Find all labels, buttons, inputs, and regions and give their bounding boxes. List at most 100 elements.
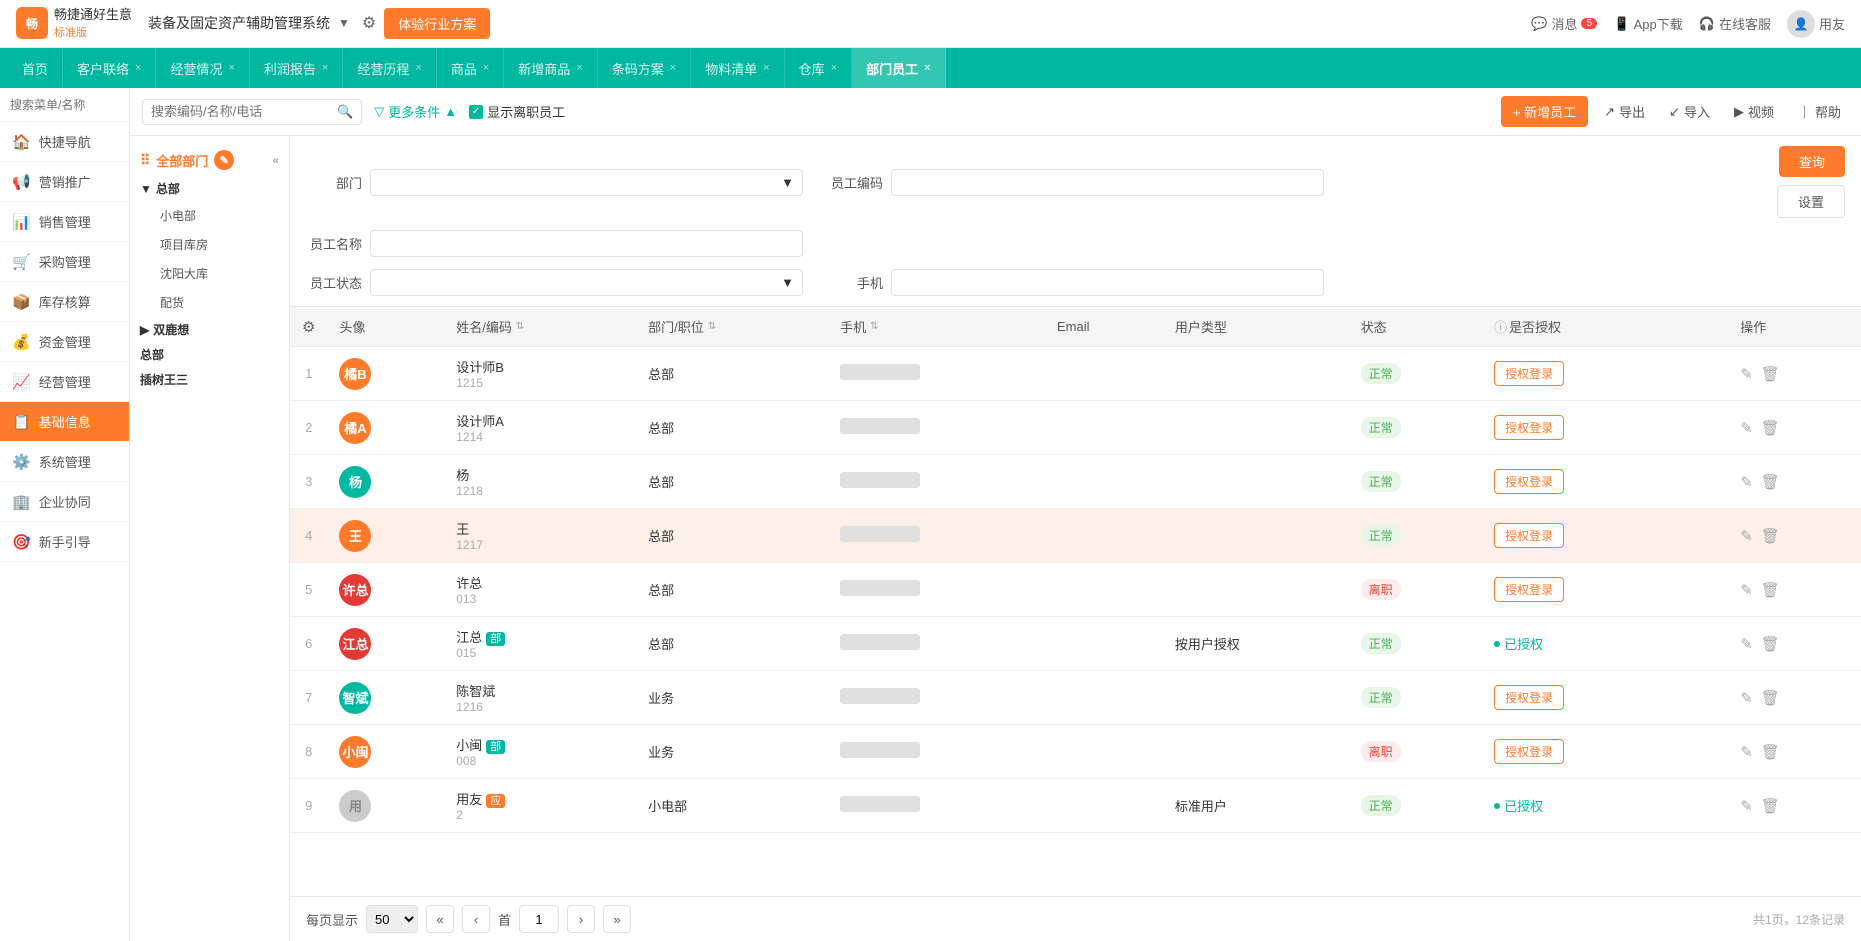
close-icon[interactable]: × xyxy=(135,62,141,74)
th-settings[interactable]: ⚙ xyxy=(290,307,327,347)
dept-item-project[interactable]: 项目库房 xyxy=(130,230,289,259)
dept-all-label[interactable]: 全部部门 xyxy=(156,151,208,170)
app-download-btn[interactable]: 📱 App下载 xyxy=(1613,14,1682,33)
next-page-btn[interactable]: › xyxy=(567,905,595,933)
edit-icon[interactable]: ✎ xyxy=(1740,689,1753,707)
trial-btn[interactable]: 体验行业方案 xyxy=(384,8,490,39)
auth-btn[interactable]: 授权登录 xyxy=(1494,739,1564,764)
delete-icon[interactable]: 🗑 xyxy=(1761,743,1780,761)
sidebar-item-quick-nav[interactable]: 🏠 快捷导航 xyxy=(0,122,129,162)
sidebar-item-purchase[interactable]: 🛒 采购管理 xyxy=(0,242,129,282)
th-phone[interactable]: 手机⇅ xyxy=(828,307,1045,347)
sidebar-item-marketing[interactable]: 📢 营销推广 xyxy=(0,162,129,202)
close-icon[interactable]: × xyxy=(670,62,676,74)
delete-icon[interactable]: 🗑 xyxy=(1761,527,1780,545)
search-icon[interactable]: 🔍 xyxy=(337,104,353,120)
dept-section-general[interactable]: ▼ 总部 xyxy=(130,176,289,201)
sidebar-item-system[interactable]: ⚙️ 系统管理 xyxy=(0,442,129,482)
sidebar-search-input[interactable] xyxy=(10,98,130,112)
sidebar-item-sales[interactable]: 📊 销售管理 xyxy=(0,202,129,242)
delete-icon[interactable]: 🗑 xyxy=(1761,419,1780,437)
sidebar-item-guide[interactable]: 🎯 新手引导 xyxy=(0,522,129,562)
close-icon[interactable]: × xyxy=(924,62,930,74)
tab-bom[interactable]: 物料清单 × xyxy=(691,48,784,88)
close-icon[interactable]: × xyxy=(415,62,421,74)
filter-empcode-input[interactable] xyxy=(891,169,1324,196)
reset-btn[interactable]: 设置 xyxy=(1777,185,1845,218)
page-input[interactable] xyxy=(519,905,559,933)
sidebar-item-company[interactable]: 🏢 企业协同 xyxy=(0,482,129,522)
th-dept[interactable]: 部门/职位⇅ xyxy=(636,307,828,347)
search-input[interactable] xyxy=(151,104,331,119)
filter-dept-select[interactable]: ▼ xyxy=(370,169,803,196)
delete-icon[interactable]: 🗑 xyxy=(1761,635,1780,653)
tab-barcode[interactable]: 条码方案 × xyxy=(598,48,691,88)
close-icon[interactable]: × xyxy=(576,62,582,74)
tab-employee[interactable]: 部门员工 × xyxy=(852,48,945,88)
per-page-select[interactable]: 50 20 100 xyxy=(366,905,418,933)
sidebar-item-basic[interactable]: 📋 基础信息 xyxy=(0,402,129,442)
tab-warehouse[interactable]: 仓库 × xyxy=(785,48,852,88)
edit-icon[interactable]: ✎ xyxy=(1740,635,1753,653)
th-name[interactable]: 姓名/编码⇅ xyxy=(444,307,636,347)
tab-home[interactable]: 首页 xyxy=(8,48,63,88)
delete-icon[interactable]: 🗑 xyxy=(1761,581,1780,599)
tab-history[interactable]: 经营历程 × xyxy=(343,48,436,88)
query-btn[interactable]: 查询 xyxy=(1779,146,1845,177)
tab-add-product[interactable]: 新增商品 × xyxy=(504,48,597,88)
view-btn[interactable]: ▶ 视频 xyxy=(1726,98,1782,125)
dept-section-general2[interactable]: 总部 xyxy=(130,342,289,367)
filter-empname-input[interactable] xyxy=(370,230,803,257)
dept-collapse-btn[interactable]: « xyxy=(272,153,279,167)
dept-section-tree[interactable]: 插树王三 xyxy=(130,367,289,392)
add-employee-btn[interactable]: + 新增员工 xyxy=(1501,96,1588,127)
edit-icon[interactable]: ✎ xyxy=(1740,527,1753,545)
auth-btn[interactable]: 授权登录 xyxy=(1494,523,1564,548)
tab-operation[interactable]: 经营情况 × xyxy=(156,48,249,88)
dept-item-small-elec[interactable]: 小电部 xyxy=(130,201,289,230)
sidebar-item-operation[interactable]: 📈 经营管理 xyxy=(0,362,129,402)
close-icon[interactable]: × xyxy=(228,62,234,74)
settings-icon[interactable]: ⚙ xyxy=(362,13,376,33)
close-icon[interactable]: × xyxy=(763,62,769,74)
edit-icon[interactable]: ✎ xyxy=(1740,365,1753,383)
help-btn[interactable]: ｜ 帮助 xyxy=(1790,98,1849,125)
delete-icon[interactable]: 🗑 xyxy=(1761,473,1780,491)
message-btn[interactable]: 💬 消息 5 xyxy=(1531,14,1597,33)
edit-icon[interactable]: ✎ xyxy=(1740,743,1753,761)
import-btn[interactable]: ↙ 导入 xyxy=(1661,98,1718,125)
system-title-dropdown[interactable]: ▼ xyxy=(338,16,350,30)
first-page-btn[interactable]: « xyxy=(426,905,454,933)
dept-edit-btn[interactable]: ✎ xyxy=(214,150,234,170)
settings-col-icon[interactable]: ⚙ xyxy=(302,319,315,336)
online-service-btn[interactable]: 🎧 在线客服 xyxy=(1699,14,1771,33)
prev-page-btn[interactable]: ‹ xyxy=(462,905,490,933)
dept-section-double[interactable]: ▶ 双鹿想 xyxy=(130,317,289,342)
tab-product[interactable]: 商品 × xyxy=(437,48,504,88)
edit-icon[interactable]: ✎ xyxy=(1740,797,1753,815)
export-btn[interactable]: ↗ 导出 xyxy=(1596,98,1653,125)
edit-icon[interactable]: ✎ xyxy=(1740,473,1753,491)
last-page-btn[interactable]: » xyxy=(603,905,631,933)
filter-status-select[interactable]: ▼ xyxy=(370,269,803,296)
more-filter-btn[interactable]: ▽ 更多条件 ▲ xyxy=(374,102,457,121)
edit-icon[interactable]: ✎ xyxy=(1740,581,1753,599)
auth-btn[interactable]: 授权登录 xyxy=(1494,577,1564,602)
delete-icon[interactable]: 🗑 xyxy=(1761,689,1780,707)
tab-profit[interactable]: 利润报告 × xyxy=(250,48,343,88)
filter-phone-input[interactable] xyxy=(891,269,1324,296)
sidebar-item-inventory[interactable]: 📦 库存核算 xyxy=(0,282,129,322)
auth-btn[interactable]: 授权登录 xyxy=(1494,415,1564,440)
auth-btn[interactable]: 授权登录 xyxy=(1494,685,1564,710)
dept-item-shenyang[interactable]: 沈阳大库 xyxy=(130,259,289,288)
show-resigned-toggle[interactable]: ✓ 显示离职员工 xyxy=(469,102,565,121)
show-resigned-checkbox[interactable]: ✓ xyxy=(469,105,483,119)
auth-btn[interactable]: 授权登录 xyxy=(1494,361,1564,386)
user-btn[interactable]: 👤 用友 xyxy=(1787,10,1845,38)
delete-icon[interactable]: 🗑 xyxy=(1761,797,1780,815)
close-icon[interactable]: × xyxy=(483,62,489,74)
delete-icon[interactable]: 🗑 xyxy=(1761,365,1780,383)
tab-customer[interactable]: 客户联络 × xyxy=(63,48,156,88)
auth-btn[interactable]: 授权登录 xyxy=(1494,469,1564,494)
sidebar-item-finance[interactable]: 💰 资金管理 xyxy=(0,322,129,362)
